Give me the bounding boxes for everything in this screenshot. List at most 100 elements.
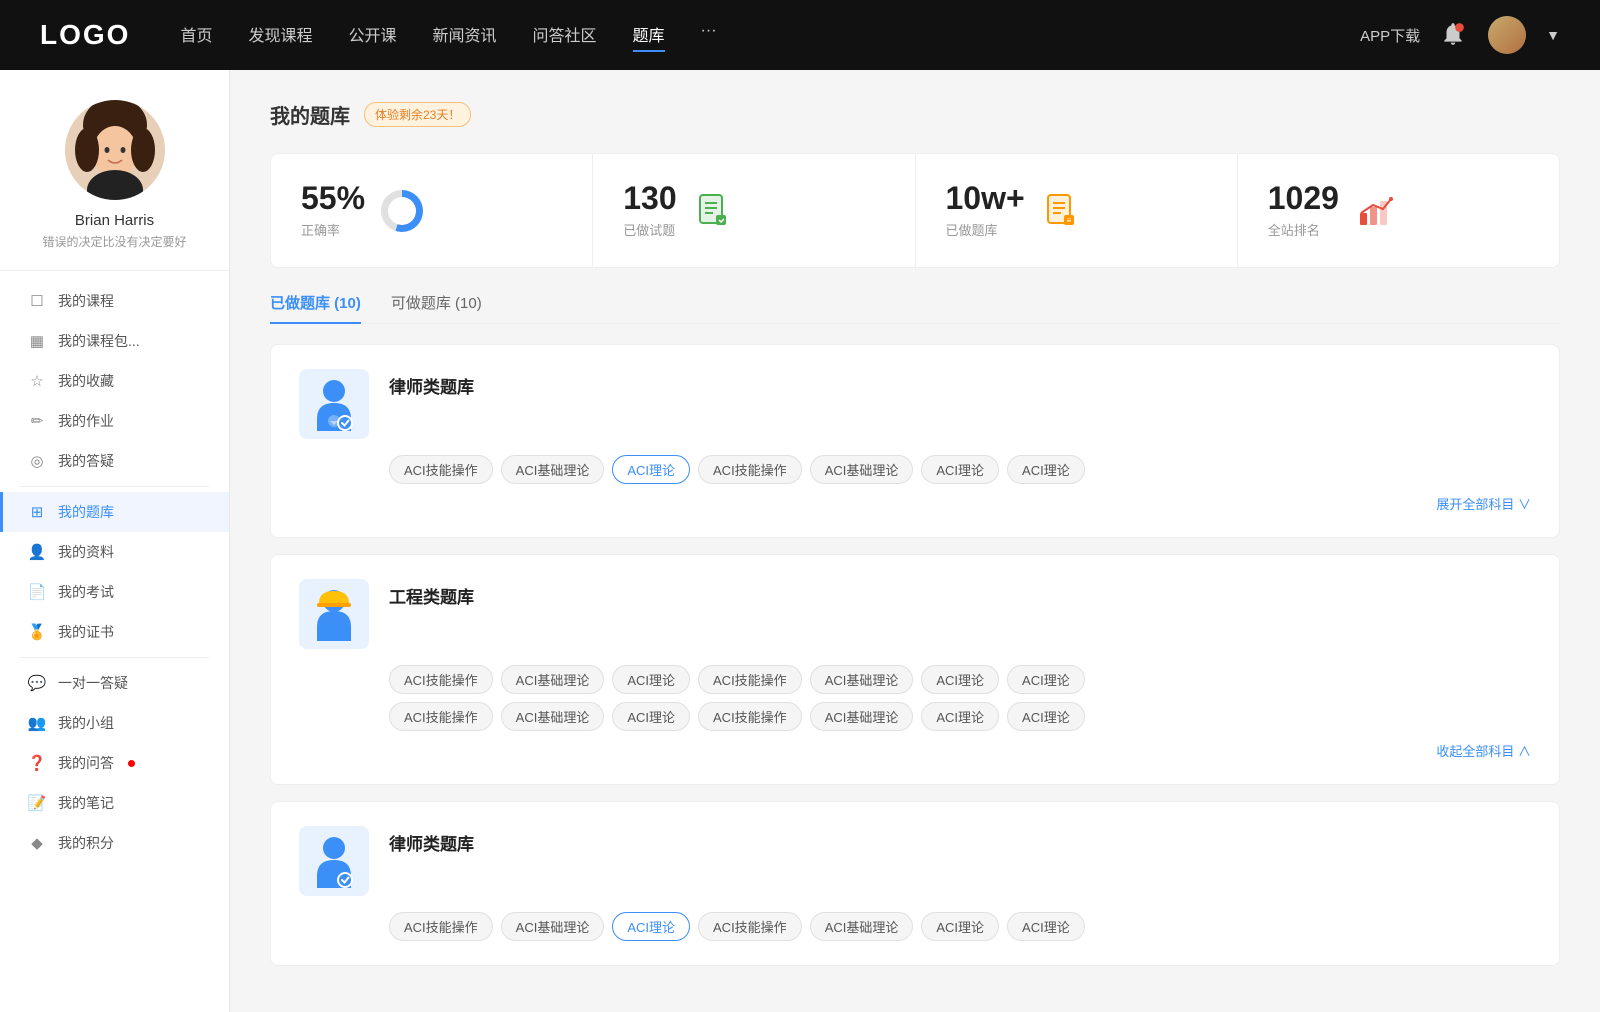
l2-tag-6[interactable]: ACI理论 xyxy=(1007,912,1085,941)
cert-icon: 🏅 xyxy=(28,623,46,641)
page-layout: Brian Harris 错误的决定比没有决定要好 ☐ 我的课程 ▦ 我的课程包… xyxy=(0,70,1600,1012)
user-avatar[interactable] xyxy=(1488,16,1526,54)
qbank-title-lawyer-2: 律师类题库 xyxy=(389,826,474,855)
note-icon: 📝 xyxy=(28,794,46,812)
sidebar-item-course-package[interactable]: ▦ 我的课程包... xyxy=(0,321,229,361)
user-motto: 错误的决定比没有决定要好 xyxy=(42,233,186,250)
eng-tag-r2-2[interactable]: ACI理论 xyxy=(612,702,690,731)
doc-icon: 📄 xyxy=(28,583,46,601)
sidebar-item-group[interactable]: 👥 我的小组 xyxy=(0,703,229,743)
diamond-icon: ◆ xyxy=(28,834,46,852)
eng-tag-r2-5[interactable]: ACI理论 xyxy=(921,702,999,731)
eng-tag-r2-4[interactable]: ACI基础理论 xyxy=(810,702,914,731)
nav-qa[interactable]: 问答社区 xyxy=(533,18,597,52)
stat-accuracy: 55% 正确率 xyxy=(271,154,593,267)
main-content: 我的题库 体验剩余23天！ 55% 正确率 130 已做试题 xyxy=(230,70,1600,1012)
sidebar-item-1on1[interactable]: 💬 一对一答疑 xyxy=(0,663,229,703)
user-dropdown-arrow[interactable]: ▼ xyxy=(1546,27,1560,43)
sidebar-item-qbank[interactable]: ⊞ 我的题库 xyxy=(0,492,229,532)
l2-tag-2[interactable]: ACI理论 xyxy=(612,912,690,941)
grid-icon: ⊞ xyxy=(28,503,46,521)
sidebar-label-exam: 我的考试 xyxy=(58,582,114,602)
sidebar-item-profile[interactable]: 👤 我的资料 xyxy=(0,532,229,572)
user-name: Brian Harris xyxy=(75,212,154,229)
nav-open-course[interactable]: 公开课 xyxy=(348,18,396,52)
stat-rank-value: 1029 xyxy=(1268,182,1339,214)
eng-tag-r1-5[interactable]: ACI理论 xyxy=(921,665,999,694)
avatar-image xyxy=(65,100,165,200)
tag-3[interactable]: ACI技能操作 xyxy=(698,455,802,484)
app-download-button[interactable]: APP下载 xyxy=(1360,25,1420,46)
sidebar-item-exam[interactable]: 📄 我的考试 xyxy=(0,572,229,612)
eng-tag-r1-3[interactable]: ACI技能操作 xyxy=(698,665,802,694)
qbank-lawyer-icon-2 xyxy=(299,826,369,896)
nav-discover[interactable]: 发现课程 xyxy=(248,18,312,52)
sidebar-item-my-qa[interactable]: ❓ 我的问答 xyxy=(0,743,229,783)
sidebar-item-favorites[interactable]: ☆ 我的收藏 xyxy=(0,361,229,401)
l2-tag-4[interactable]: ACI基础理论 xyxy=(810,912,914,941)
sidebar-item-notes[interactable]: 📝 我的笔记 xyxy=(0,783,229,823)
tab-available[interactable]: 可做题库 (10) xyxy=(391,292,482,323)
sidebar-label-qbank: 我的题库 xyxy=(58,502,114,522)
l2-tag-3[interactable]: ACI技能操作 xyxy=(698,912,802,941)
expand-lawyer-1[interactable]: 展开全部科目 ∨ xyxy=(299,494,1531,513)
top-navigation: LOGO 首页 发现课程 公开课 新闻资讯 问答社区 题库 ··· APP下载 … xyxy=(0,0,1600,70)
tag-1[interactable]: ACI基础理论 xyxy=(501,455,605,484)
nav-news[interactable]: 新闻资讯 xyxy=(433,18,497,52)
star-icon: ☆ xyxy=(28,372,46,390)
page-title: 我的题库 xyxy=(270,100,350,129)
stat-questions-value: 130 xyxy=(623,182,676,214)
qbank-card-lawyer-2: 律师类题库 ACI技能操作 ACI基础理论 ACI理论 ACI技能操作 ACI基… xyxy=(270,801,1560,966)
sidebar-item-homework[interactable]: ✏ 我的作业 xyxy=(0,401,229,441)
qbank-lawyer-icon-1 xyxy=(299,369,369,439)
stat-rank: 1029 全站排名 xyxy=(1238,154,1559,267)
tab-done[interactable]: 已做题库 (10) xyxy=(270,292,361,323)
nav-home[interactable]: 首页 xyxy=(180,18,212,52)
sidebar-item-my-course[interactable]: ☐ 我的课程 xyxy=(0,281,229,321)
qbank-title-lawyer-1: 律师类题库 xyxy=(389,369,474,398)
sidebar-label-notes: 我的笔记 xyxy=(58,793,114,813)
tag-6[interactable]: ACI理论 xyxy=(1007,455,1085,484)
qbank-tags-lawyer-1: ACI技能操作 ACI基础理论 ACI理论 ACI技能操作 ACI基础理论 AC… xyxy=(389,455,1531,484)
sidebar-item-points[interactable]: ◆ 我的积分 xyxy=(0,823,229,863)
nav-more[interactable]: ··· xyxy=(701,18,717,52)
l2-tag-1[interactable]: ACI基础理论 xyxy=(501,912,605,941)
eng-tag-r1-2[interactable]: ACI理论 xyxy=(612,665,690,694)
sidebar-item-qa[interactable]: ◎ 我的答疑 xyxy=(0,441,229,481)
eng-tag-r2-0[interactable]: ACI技能操作 xyxy=(389,702,493,731)
eng-tag-r2-6[interactable]: ACI理论 xyxy=(1007,702,1085,731)
stat-questions-label: 已做试题 xyxy=(623,220,676,239)
tag-2[interactable]: ACI理论 xyxy=(612,455,690,484)
tag-0[interactable]: ACI技能操作 xyxy=(389,455,493,484)
engineer-avatar-icon xyxy=(309,587,359,642)
qbank-title-engineer: 工程类题库 xyxy=(389,579,474,608)
lawyer-avatar-icon-2 xyxy=(309,834,359,889)
stat-banks: 10w+ 已做题库 ≡ xyxy=(916,154,1238,267)
notification-bell[interactable] xyxy=(1440,21,1468,49)
eng-tag-r1-0[interactable]: ACI技能操作 xyxy=(389,665,493,694)
sidebar-item-certificate[interactable]: 🏅 我的证书 xyxy=(0,612,229,652)
sidebar-label-points: 我的积分 xyxy=(58,833,114,853)
qbank-tabs: 已做题库 (10) 可做题库 (10) xyxy=(270,292,1560,324)
qbank-tags-engineer-row1: ACI技能操作 ACI基础理论 ACI理论 ACI技能操作 ACI基础理论 AC… xyxy=(389,665,1531,694)
eng-tag-r1-4[interactable]: ACI基础理论 xyxy=(810,665,914,694)
sidebar-label-homework: 我的作业 xyxy=(58,411,114,431)
logo[interactable]: LOGO xyxy=(40,19,130,51)
eng-tag-r1-1[interactable]: ACI基础理论 xyxy=(501,665,605,694)
sidebar-label-1on1: 一对一答疑 xyxy=(58,673,128,693)
collapse-engineer[interactable]: 收起全部科目 ∧ xyxy=(299,741,1531,760)
eng-tag-r1-6[interactable]: ACI理论 xyxy=(1007,665,1085,694)
tag-4[interactable]: ACI基础理论 xyxy=(810,455,914,484)
page-header: 我的题库 体验剩余23天！ xyxy=(270,100,1560,129)
sidebar-label-my-course: 我的课程 xyxy=(58,291,114,311)
sidebar-label-course-package: 我的课程包... xyxy=(58,331,140,351)
questions-icon xyxy=(693,190,735,232)
tag-5[interactable]: ACI理论 xyxy=(921,455,999,484)
eng-tag-r2-1[interactable]: ACI基础理论 xyxy=(501,702,605,731)
l2-tag-0[interactable]: ACI技能操作 xyxy=(389,912,493,941)
eng-tag-r2-3[interactable]: ACI技能操作 xyxy=(698,702,802,731)
nav-qbank[interactable]: 题库 xyxy=(633,18,665,52)
doc-yellow-icon: ≡ xyxy=(1044,193,1080,229)
l2-tag-5[interactable]: ACI理论 xyxy=(921,912,999,941)
help-circle-icon: ◎ xyxy=(28,452,46,470)
